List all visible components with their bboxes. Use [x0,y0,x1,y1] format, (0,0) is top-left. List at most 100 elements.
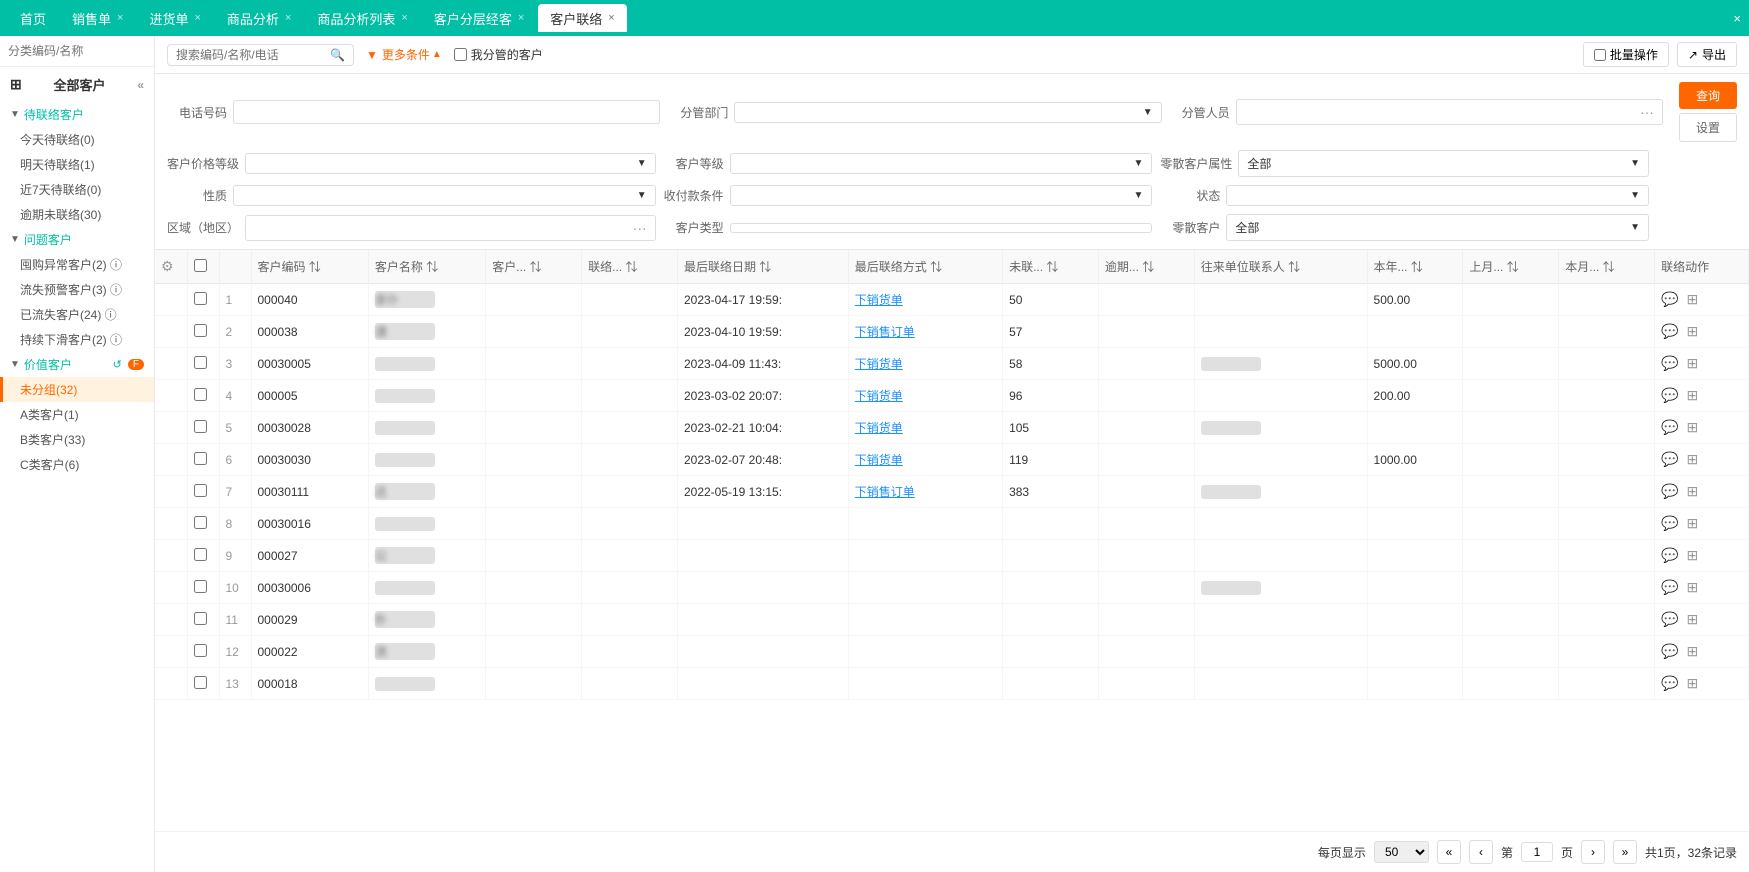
next-page-button[interactable]: › [1581,840,1605,864]
customer-level-select[interactable]: ▼ [730,153,1153,174]
grid-action-icon[interactable]: ⊞ [1687,323,1699,340]
region-dots[interactable]: ··· [633,220,647,236]
grid-action-icon[interactable]: ⊞ [1687,387,1699,404]
row-select-checkbox[interactable] [194,452,207,465]
dept-select[interactable]: ▼ [734,102,1161,123]
tab-analysis-list[interactable]: 商品分析列表 × [305,4,419,32]
grid-action-icon[interactable]: ⊞ [1687,515,1699,532]
nature-select[interactable]: ▼ [233,185,656,206]
grid-action-icon[interactable]: ⊞ [1687,291,1699,308]
not-contacted-header[interactable]: 未联... ⇅ [1003,250,1099,284]
customer-type-header[interactable]: 客户... ⇅ [486,250,582,284]
tab-analysis[interactable]: 商品分析 × [215,4,303,32]
customer-type-select[interactable] [730,223,1153,233]
sidebar-item-tomorrow[interactable]: 明天待联络(1) [0,152,154,177]
batch-checkbox[interactable] [1594,49,1606,61]
prev-page-button[interactable]: ‹ [1469,840,1493,864]
sidebar-item-warning[interactable]: 流失预警客户(3) ⓘ [0,277,154,302]
close-customer-contact-icon[interactable]: × [608,12,614,24]
chat-icon[interactable]: 💬 [1661,675,1678,692]
row-select-checkbox[interactable] [194,516,207,529]
close-sales-icon[interactable]: × [117,12,123,24]
problem-customers-section[interactable]: ▼ 问题客户 [0,227,154,252]
chat-icon[interactable]: 💬 [1661,579,1678,596]
query-button[interactable]: 查询 [1679,82,1737,109]
sidebar-item-a-class[interactable]: A类客户(1) [0,402,154,427]
row-select-checkbox[interactable] [194,484,207,497]
sidebar-item-abnormal[interactable]: 囤购异常客户(2) ⓘ [0,252,154,277]
grid-action-icon[interactable]: ⊞ [1687,419,1699,436]
chat-icon[interactable]: 💬 [1661,387,1678,404]
sidebar-item-overdue[interactable]: 逾期未联络(30) [0,202,154,227]
sidebar-item-b-class[interactable]: B类客户(33) [0,427,154,452]
grid-action-icon[interactable]: ⊞ [1687,451,1699,468]
chat-icon[interactable]: 💬 [1661,515,1678,532]
last-method-link[interactable]: 下销售订单 [855,485,915,499]
unit-contact-header[interactable]: 往来单位联系人 ⇅ [1194,250,1367,284]
grid-action-icon[interactable]: ⊞ [1687,643,1699,660]
chat-icon[interactable]: 💬 [1661,483,1678,500]
manager-dots[interactable]: ··· [1640,104,1654,120]
payment-select[interactable]: ▼ [730,185,1153,206]
row-select-checkbox[interactable] [194,292,207,305]
overdue-header[interactable]: 逾期... ⇅ [1098,250,1194,284]
last-method-link[interactable]: 下销货单 [855,293,903,307]
close-analysis-list-icon[interactable]: × [401,12,407,24]
reset-button[interactable]: 设置 [1679,113,1737,142]
my-customers-checkbox[interactable] [454,48,467,61]
row-select-checkbox[interactable] [194,356,207,369]
chat-icon[interactable]: 💬 [1661,291,1678,308]
sidebar-item-declining[interactable]: 持续下滑客户(2) ⓘ [0,327,154,352]
chat-icon[interactable]: 💬 [1661,355,1678,372]
row-select-checkbox[interactable] [194,580,207,593]
first-page-button[interactable]: « [1437,840,1461,864]
row-select-checkbox[interactable] [194,548,207,561]
tab-customer-contact[interactable]: 客户联络 × [538,4,626,32]
phone-input[interactable] [233,100,660,124]
row-select-checkbox[interactable] [194,324,207,337]
main-search-input[interactable] [176,48,326,62]
manager-select[interactable]: ··· [1236,99,1663,125]
status-select[interactable]: ▼ [1226,185,1649,206]
main-search-icon[interactable]: 🔍 [330,48,345,62]
current-year-header[interactable]: 本年... ⇅ [1367,250,1463,284]
chat-icon[interactable]: 💬 [1661,323,1678,340]
row-select-checkbox[interactable] [194,676,207,689]
value-customers-section[interactable]: ▼ 价值客户 ↺ F [0,352,154,377]
grid-action-icon[interactable]: ⊞ [1687,675,1699,692]
chat-icon[interactable]: 💬 [1661,419,1678,436]
grid-action-icon[interactable]: ⊞ [1687,611,1699,628]
zero-customer-select[interactable]: 全部 ▼ [1226,214,1649,241]
row-select-checkbox[interactable] [194,612,207,625]
last-month-header[interactable]: 上月... ⇅ [1463,250,1559,284]
sidebar-item-today[interactable]: 今天待联络(0) [0,127,154,152]
tab-customer-segment[interactable]: 客户分层经客 × [422,4,536,32]
chat-icon[interactable]: 💬 [1661,547,1678,564]
last-method-link[interactable]: 下销货单 [855,357,903,371]
last-contact-method-header[interactable]: 最后联络方式 ⇅ [848,250,1002,284]
close-customer-segment-icon[interactable]: × [518,12,524,24]
current-month-header[interactable]: 本月... ⇅ [1559,250,1655,284]
close-all-button[interactable]: × [1733,11,1741,26]
sidebar-item-lost[interactable]: 已流失客户(24) ⓘ [0,302,154,327]
grid-action-icon[interactable]: ⊞ [1687,579,1699,596]
tab-sales[interactable]: 销售单 × [60,4,135,32]
zero-attr-select[interactable]: 全部 ▼ [1238,150,1649,177]
close-analysis-icon[interactable]: × [285,12,291,24]
close-purchase-icon[interactable]: × [194,12,200,24]
export-button[interactable]: ↗ 导出 [1677,42,1737,67]
chat-icon[interactable]: 💬 [1661,611,1678,628]
price-level-select[interactable]: ▼ [245,153,656,174]
row-select-checkbox[interactable] [194,644,207,657]
table-settings-icon[interactable]: ⚙ [161,258,174,274]
last-method-link[interactable]: 下销货单 [855,421,903,435]
page-size-select[interactable]: 50 100 200 [1374,841,1429,863]
grid-action-icon[interactable]: ⊞ [1687,355,1699,372]
region-select[interactable]: ··· [245,215,656,241]
collapse-icon[interactable]: « [137,78,144,92]
customer-code-header[interactable]: 客户编码 ⇅ [251,250,368,284]
page-number-input[interactable] [1521,842,1553,862]
sidebar-item-unclassified[interactable]: 未分组(32) [0,377,154,402]
tab-home[interactable]: 首页 [8,4,58,32]
select-all-checkbox[interactable] [194,259,207,272]
